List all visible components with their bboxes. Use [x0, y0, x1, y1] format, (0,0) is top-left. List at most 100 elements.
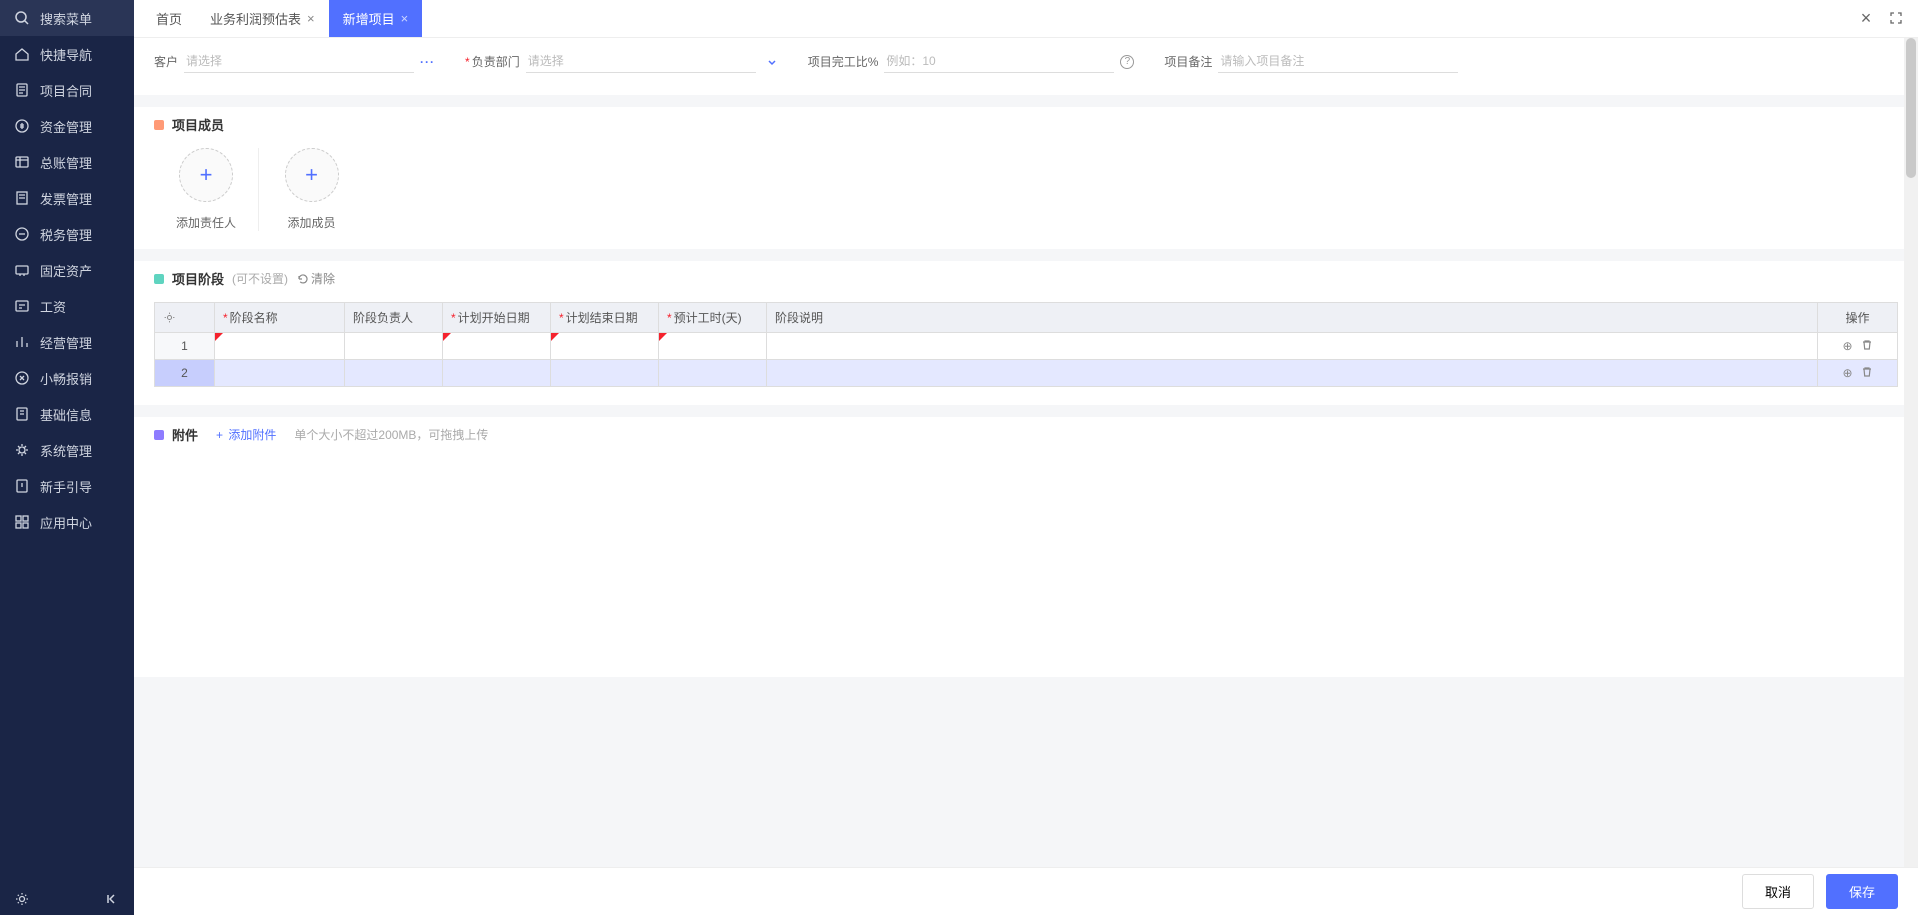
content-scroll[interactable]: 客户 ··· *负责部门 项目完工比% ? — [134, 38, 1918, 915]
business-icon — [14, 334, 30, 350]
sidebar-item-search[interactable]: 搜索菜单 — [0, 0, 134, 36]
collapse-icon[interactable] — [104, 891, 120, 907]
sidebar-item-asset[interactable]: 固定资产 — [0, 252, 134, 288]
col-owner: 阶段负责人 — [345, 303, 443, 333]
basic-form-panel: 客户 ··· *负责部门 项目完工比% ? — [134, 38, 1918, 95]
attachment-hint: 单个大小不超过200MB，可拖拽上传 — [294, 426, 488, 443]
sidebar-item-invoice[interactable]: 发票管理 — [0, 180, 134, 216]
add-owner-box: + 添加责任人 — [154, 148, 259, 231]
settings-icon[interactable] — [14, 891, 30, 907]
vertical-scrollbar[interactable] — [1904, 38, 1918, 867]
system-icon — [14, 442, 30, 458]
cell-days[interactable] — [659, 360, 767, 387]
tab-profit-estimate[interactable]: 业务利润预估表 × — [196, 0, 329, 37]
add-member-label: 添加成员 — [287, 214, 335, 231]
field-remark: 项目备注 — [1164, 50, 1458, 73]
help-icon[interactable]: ? — [1120, 55, 1134, 69]
field-dept: *负责部门 — [465, 50, 778, 73]
cell-name[interactable] — [215, 333, 345, 360]
section-title: 项目阶段 — [172, 269, 224, 288]
sidebar-item-nav[interactable]: 快捷导航 — [0, 36, 134, 72]
add-row-icon[interactable]: ⊕ — [1842, 366, 1852, 380]
more-icon[interactable]: ··· — [420, 55, 435, 69]
scrollbar-thumb[interactable] — [1906, 38, 1916, 178]
cell-end[interactable] — [551, 360, 659, 387]
customer-input[interactable] — [184, 50, 414, 73]
sidebar-item-label: 工资 — [40, 297, 66, 316]
label-remark: 项目备注 — [1164, 53, 1212, 70]
cell-owner[interactable] — [345, 333, 443, 360]
sidebar-item-system[interactable]: 系统管理 — [0, 432, 134, 468]
gear-header[interactable] — [155, 303, 215, 333]
col-name: 阶段名称 — [215, 303, 345, 333]
sidebar-item-label: 快捷导航 — [40, 45, 92, 64]
sidebar-item-contract[interactable]: 项目合同 — [0, 72, 134, 108]
sidebar-item-business[interactable]: 经营管理 — [0, 324, 134, 360]
sidebar-item-label: 资金管理 — [40, 117, 92, 136]
home-icon — [14, 46, 30, 62]
chevron-down-icon[interactable] — [766, 56, 778, 68]
add-attachment-link[interactable]: + 添加附件 — [216, 426, 276, 443]
guide-icon — [14, 478, 30, 494]
cell-owner[interactable] — [345, 360, 443, 387]
tab-home[interactable]: 首页 — [142, 0, 196, 37]
col-days: 预计工时(天) — [659, 303, 767, 333]
close-panel-icon[interactable]: × — [1854, 6, 1878, 30]
appcenter-icon — [14, 514, 30, 530]
add-owner-label: 添加责任人 — [176, 214, 236, 231]
cell-start[interactable] — [443, 360, 551, 387]
dept-select[interactable] — [526, 50, 756, 73]
table-header-row: 阶段名称 阶段负责人 计划开始日期 计划结束日期 预计工时(天) 阶段说明 — [155, 303, 1818, 333]
expand-icon[interactable] — [1884, 6, 1908, 30]
sidebar-item-label: 应用中心 — [40, 513, 92, 532]
col-start: 计划开始日期 — [443, 303, 551, 333]
table-row[interactable]: 2 — [155, 360, 1818, 387]
document-icon — [14, 82, 30, 98]
sidebar-item-reimburse[interactable]: 小畅报销 — [0, 360, 134, 396]
cell-start[interactable] — [443, 333, 551, 360]
tab-new-project[interactable]: 新增项目 × — [329, 0, 423, 37]
cell-name[interactable] — [215, 360, 345, 387]
tab-label: 首页 — [156, 9, 182, 28]
close-icon[interactable]: × — [401, 11, 409, 26]
delete-row-icon[interactable] — [1861, 339, 1873, 353]
attachments-panel: 附件 + 添加附件 单个大小不超过200MB，可拖拽上传 — [134, 417, 1918, 677]
sidebar-footer — [0, 883, 134, 915]
save-button[interactable]: 保存 — [1826, 874, 1898, 909]
cancel-button[interactable]: 取消 — [1742, 874, 1814, 909]
sidebar-item-salary[interactable]: 工资 — [0, 288, 134, 324]
close-icon[interactable]: × — [307, 11, 315, 26]
sidebar-item-ledger[interactable]: 总账管理 — [0, 144, 134, 180]
stages-panel: 项目阶段 (可不设置) 清除 — [134, 261, 1918, 405]
delete-row-icon[interactable] — [1861, 366, 1873, 380]
sidebar-item-info[interactable]: 基础信息 — [0, 396, 134, 432]
cell-end[interactable] — [551, 333, 659, 360]
cell-desc[interactable] — [767, 333, 1818, 360]
remark-input[interactable] — [1218, 50, 1458, 73]
col-ops: 操作 — [1818, 303, 1898, 333]
complete-input[interactable] — [884, 50, 1114, 73]
cell-desc[interactable] — [767, 360, 1818, 387]
stages-table: 阶段名称 阶段负责人 计划开始日期 计划结束日期 预计工时(天) 阶段说明 — [154, 302, 1818, 387]
label-customer: 客户 — [154, 53, 178, 70]
cell-days[interactable] — [659, 333, 767, 360]
salary-icon — [14, 298, 30, 314]
info-icon — [14, 406, 30, 422]
sidebar-item-funds[interactable]: 资金管理 — [0, 108, 134, 144]
sidebar-item-appcenter[interactable]: 应用中心 — [0, 504, 134, 540]
table-row[interactable]: 1 — [155, 333, 1818, 360]
col-desc: 阶段说明 — [767, 303, 1818, 333]
add-owner-button[interactable]: + — [179, 148, 233, 202]
clear-button[interactable]: 清除 — [296, 270, 335, 287]
add-row-icon[interactable]: ⊕ — [1842, 339, 1852, 353]
reimburse-icon — [14, 370, 30, 386]
sidebar-item-label: 总账管理 — [40, 153, 92, 172]
label-dept: *负责部门 — [465, 53, 520, 70]
add-member-box: + 添加成员 — [259, 148, 364, 231]
sidebar-item-tax[interactable]: 税务管理 — [0, 216, 134, 252]
add-member-button[interactable]: + — [285, 148, 339, 202]
sidebar-item-guide[interactable]: 新手引导 — [0, 468, 134, 504]
sidebar-item-label: 搜索菜单 — [40, 9, 92, 28]
sidebar-item-label: 小畅报销 — [40, 369, 92, 388]
invoice-icon — [14, 190, 30, 206]
